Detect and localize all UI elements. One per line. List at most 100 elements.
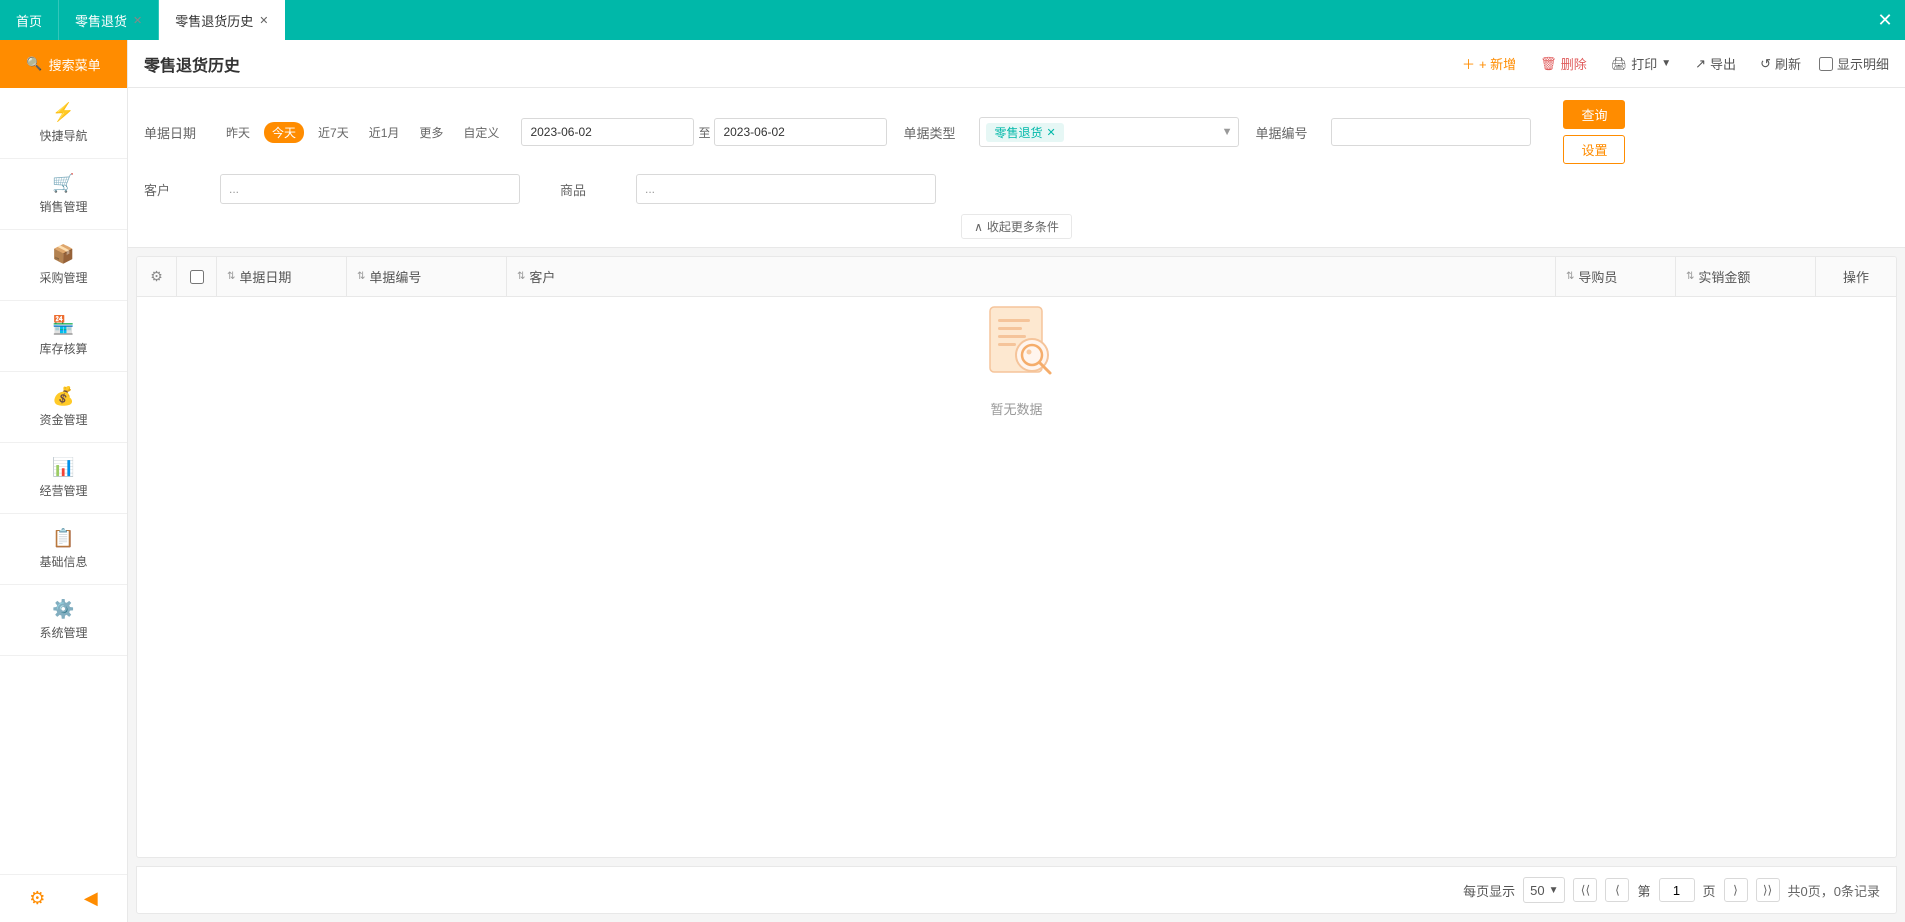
date-opt-today[interactable]: 今天 [264, 122, 304, 143]
basic-info-icon: 📋 [52, 528, 74, 549]
new-label: + 新增 [1479, 54, 1516, 73]
sidebar-item-quick-nav[interactable]: ⚡ 快捷导航 [0, 88, 127, 159]
top-bar: 首页 零售退货 ✕ 零售退货历史 ✕ ✕ [0, 0, 1905, 40]
total-records: 0条记录 [1834, 884, 1880, 899]
date-opt-custom[interactable]: 自定义 [457, 122, 505, 143]
tab-retail-return-history[interactable]: 零售退货历史 ✕ [159, 0, 285, 40]
tab-retail-return-history-close[interactable]: ✕ [259, 14, 268, 27]
sidebar-settings-icon[interactable]: ⚙ [29, 888, 45, 909]
export-button[interactable]: ↗ 导出 [1689, 50, 1742, 77]
date-opt-more[interactable]: 更多 [413, 122, 449, 143]
date-opt-yesterday[interactable]: 昨天 [220, 122, 256, 143]
search-icon: 🔍 [26, 56, 42, 72]
page-size-value: 50 [1530, 883, 1544, 898]
sidebar-item-basic-info[interactable]: 📋 基础信息 [0, 514, 127, 585]
doc-type-label: 单据类型 [903, 123, 963, 142]
window-close-button[interactable]: ✕ [1865, 0, 1905, 40]
select-all-checkbox[interactable] [190, 270, 204, 284]
doc-date-label: 单据日期 [144, 123, 204, 142]
th-doc-no-label: 单据编号 [369, 267, 421, 286]
th-doc-date[interactable]: ⇅ 单据日期 [217, 257, 347, 296]
refresh-icon: ↺ [1760, 56, 1771, 72]
date-opt-7days[interactable]: 近7天 [312, 122, 355, 143]
th-customer[interactable]: ⇅ 客户 [507, 257, 1556, 296]
query-button[interactable]: 查询 [1563, 100, 1625, 129]
th-checkbox[interactable] [177, 257, 217, 296]
delete-label: 删除 [1561, 54, 1587, 73]
th-customer-sort-icon: ⇅ [517, 271, 525, 282]
th-actions-label: 操作 [1843, 267, 1869, 286]
sidebar-item-sys-mgmt-label: 系统管理 [39, 624, 87, 641]
th-doc-date-sort-icon: ⇅ [227, 271, 235, 282]
main-layout: 🔍 搜索菜单 ⚡ 快捷导航 🛒 销售管理 📦 采购管理 🏪 库存核算 💰 资金管… [0, 40, 1905, 922]
first-page-button[interactable]: ⟨⟨ [1573, 878, 1597, 902]
print-dropdown-icon: ▼ [1661, 58, 1671, 69]
header-actions: ＋ + 新增 🗑 删除 🖨 打印 ▼ ↗ 导出 ↺ [1456, 50, 1889, 77]
empty-state: 暂无数据 [972, 297, 1062, 418]
filter-row-1: 单据日期 昨天 今天 近7天 近1月 更多 自定义 至 单据类型 [144, 100, 1889, 164]
tab-retail-return[interactable]: 零售退货 ✕ [59, 0, 159, 40]
settings-button[interactable]: 设置 [1563, 135, 1625, 164]
show-detail-checkbox-wrap[interactable]: 显示明细 [1819, 54, 1889, 73]
sidebar-item-inventory[interactable]: 🏪 库存核算 [0, 301, 127, 372]
print-label: 打印 [1631, 54, 1657, 73]
sidebar-item-finance-label: 资金管理 [39, 411, 87, 428]
tab-home-label: 首页 [16, 11, 42, 30]
page-summary: 共0页，0条记录 [1788, 881, 1880, 900]
date-range-sep: 至 [698, 124, 710, 141]
th-amount[interactable]: ⇅ 实销金额 [1676, 257, 1816, 296]
sidebar-item-basic-info-label: 基础信息 [39, 553, 87, 570]
finance-icon: 💰 [52, 386, 74, 407]
date-opt-1month[interactable]: 近1月 [363, 122, 406, 143]
date-range-input: 至 [521, 118, 887, 146]
show-detail-label: 显示明细 [1837, 54, 1889, 73]
collapse-button[interactable]: ∧ 收起更多条件 [961, 214, 1072, 239]
sidebar-item-sales-mgmt-label: 销售管理 [39, 198, 87, 215]
tab-retail-return-close[interactable]: ✕ [133, 14, 142, 27]
doc-type-tag-close[interactable]: ✕ [1046, 126, 1055, 139]
quick-nav-icon: ⚡ [52, 102, 74, 123]
goods-input-wrap[interactable]: ... [636, 174, 936, 204]
th-actions: 操作 [1816, 257, 1896, 296]
next-page-button[interactable]: ⟩ [1724, 878, 1748, 902]
date-range-opts: 昨天 今天 近7天 近1月 更多 自定义 [220, 122, 505, 143]
doc-type-select[interactable]: 零售退货 ✕ ▼ [979, 117, 1239, 147]
th-doc-no[interactable]: ⇅ 单据编号 [347, 257, 507, 296]
new-icon: ＋ [1462, 54, 1475, 73]
delete-button[interactable]: 🗑 删除 [1534, 50, 1593, 77]
total-pages: 共0页 [1788, 884, 1821, 899]
th-settings[interactable]: ⚙ [137, 257, 177, 296]
th-guide-sort-icon: ⇅ [1566, 271, 1574, 282]
customer-input-wrap[interactable]: ... [220, 174, 520, 204]
sidebar-search-label: 搜索菜单 [49, 55, 101, 74]
query-settings: 查询 设置 [1563, 100, 1625, 164]
sidebar-collapse-icon[interactable]: ◀ [84, 888, 98, 909]
tab-home[interactable]: 首页 [0, 0, 59, 40]
date-from-input[interactable] [521, 118, 694, 146]
doc-no-input[interactable] [1331, 118, 1531, 146]
th-guide[interactable]: ⇅ 导购员 [1556, 257, 1676, 296]
sidebar-item-finance[interactable]: 💰 资金管理 [0, 372, 127, 443]
show-detail-checkbox[interactable] [1819, 57, 1833, 71]
print-icon: 🖨 [1611, 56, 1628, 72]
date-to-input[interactable] [714, 118, 887, 146]
last-page-button[interactable]: ⟩⟩ [1756, 878, 1780, 902]
prev-page-button[interactable]: ⟨ [1605, 878, 1629, 902]
page-size-dropdown-icon: ▼ [1549, 885, 1559, 896]
sidebar: 🔍 搜索菜单 ⚡ 快捷导航 🛒 销售管理 📦 采购管理 🏪 库存核算 💰 资金管… [0, 40, 128, 922]
sidebar-item-operations[interactable]: 📊 经营管理 [0, 443, 127, 514]
page-size-select[interactable]: 50 ▼ [1523, 877, 1565, 903]
sidebar-item-sys-mgmt[interactable]: ⚙️ 系统管理 [0, 585, 127, 656]
sidebar-item-sales-mgmt[interactable]: 🛒 销售管理 [0, 159, 127, 230]
go-page-label: 第 [1637, 881, 1650, 900]
refresh-button[interactable]: ↺ 刷新 [1754, 50, 1807, 77]
sidebar-item-purchase-mgmt[interactable]: 📦 采购管理 [0, 230, 127, 301]
refresh-label: 刷新 [1775, 54, 1801, 73]
filter-area: 单据日期 昨天 今天 近7天 近1月 更多 自定义 至 单据类型 [128, 88, 1905, 248]
print-button[interactable]: 🖨 打印 ▼ [1605, 50, 1677, 77]
th-doc-no-sort-icon: ⇅ [357, 271, 365, 282]
delete-icon: 🗑 [1540, 56, 1557, 72]
sidebar-search[interactable]: 🔍 搜索菜单 [0, 40, 127, 88]
page-input[interactable] [1659, 878, 1695, 902]
new-button[interactable]: ＋ + 新增 [1456, 50, 1522, 77]
